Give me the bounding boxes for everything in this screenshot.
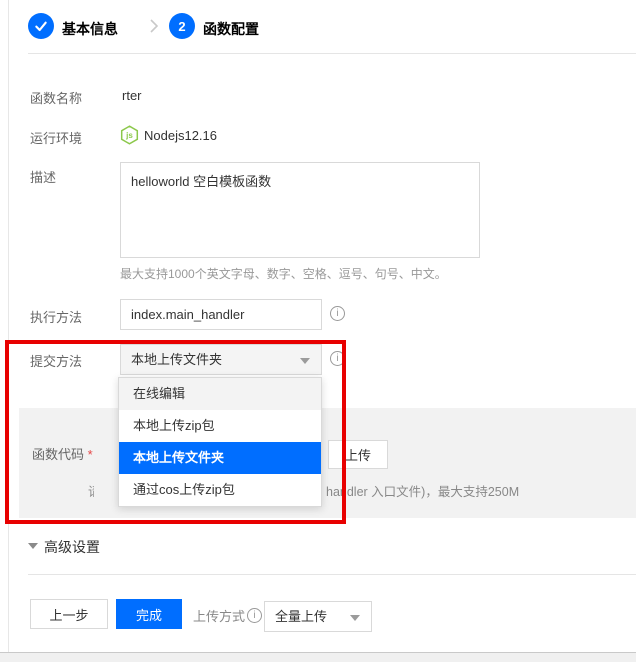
menu-item-online-edit[interactable]: 在线编辑 [119, 378, 321, 410]
step2-number-badge: 2 [169, 13, 195, 39]
left-rule [8, 0, 9, 653]
nodejs-icon: js [120, 125, 139, 145]
finish-button[interactable]: 完成 [116, 599, 182, 629]
submit-method-dropdown-menu: 在线编辑 本地上传zip包 本地上传文件夹 通过cos上传zip包 [118, 377, 322, 507]
chevron-down-icon [350, 615, 360, 621]
function-create-page: 基本信息 2 函数配置 函数名称 rter 运行环境 js Nodejs12.1… [0, 0, 636, 662]
triangle-down-icon [28, 543, 38, 549]
required-asterisk: * [88, 447, 93, 462]
menu-item-cos-zip[interactable]: 通过cos上传zip包 [119, 474, 321, 506]
description-helper-text: 最大支持1000个英文字母、数字、空格、逗号、句号、中文。 [120, 265, 447, 282]
page-background-strip [0, 653, 636, 662]
code-hint-clipped: 请 [88, 481, 94, 497]
check-icon [33, 18, 49, 34]
upload-mode-label: 上传方式 [193, 606, 245, 625]
function-name-label: 函数名称 [30, 88, 82, 107]
upload-mode-label-group: 上传方式 [193, 606, 262, 625]
upload-mode-select[interactable]: 全量上传 [264, 601, 372, 632]
footer-divider [28, 574, 636, 575]
function-name-value: rter [122, 88, 142, 103]
prev-step-button[interactable]: 上一步 [30, 599, 108, 629]
info-icon[interactable] [247, 608, 262, 623]
runtime-value: Nodejs12.16 [144, 128, 217, 143]
info-icon[interactable] [330, 306, 345, 321]
menu-item-local-zip[interactable]: 本地上传zip包 [119, 410, 321, 442]
description-textarea[interactable]: helloworld 空白模板函数 [120, 162, 480, 258]
handler-label: 执行方法 [30, 307, 82, 326]
advanced-settings-toggle[interactable]: 高级设置 [44, 537, 100, 557]
step2-label: 函数配置 [203, 19, 259, 39]
header-divider [28, 53, 636, 54]
upload-mode-value: 全量上传 [275, 609, 327, 624]
upload-button[interactable]: 上传 [328, 440, 388, 469]
menu-item-local-folder[interactable]: 本地上传文件夹 [119, 442, 321, 474]
code-hint-text: handler 入口文件)，最大支持250M [326, 481, 519, 500]
step1-label[interactable]: 基本信息 [62, 19, 118, 39]
handler-input[interactable] [120, 299, 322, 330]
runtime-label: 运行环境 [30, 128, 82, 147]
description-label: 描述 [30, 167, 56, 186]
submit-method-value: 本地上传文件夹 [131, 352, 222, 367]
svg-text:js: js [125, 131, 133, 140]
step2-number: 2 [178, 19, 185, 34]
info-icon[interactable] [330, 351, 345, 366]
chevron-right-icon [146, 17, 162, 35]
chevron-down-icon [300, 358, 310, 364]
function-code-label: 函数代码 * [32, 444, 93, 463]
submit-method-select[interactable]: 本地上传文件夹 [120, 344, 322, 375]
submit-method-label: 提交方法 [30, 351, 82, 370]
step1-done-badge [28, 13, 54, 39]
